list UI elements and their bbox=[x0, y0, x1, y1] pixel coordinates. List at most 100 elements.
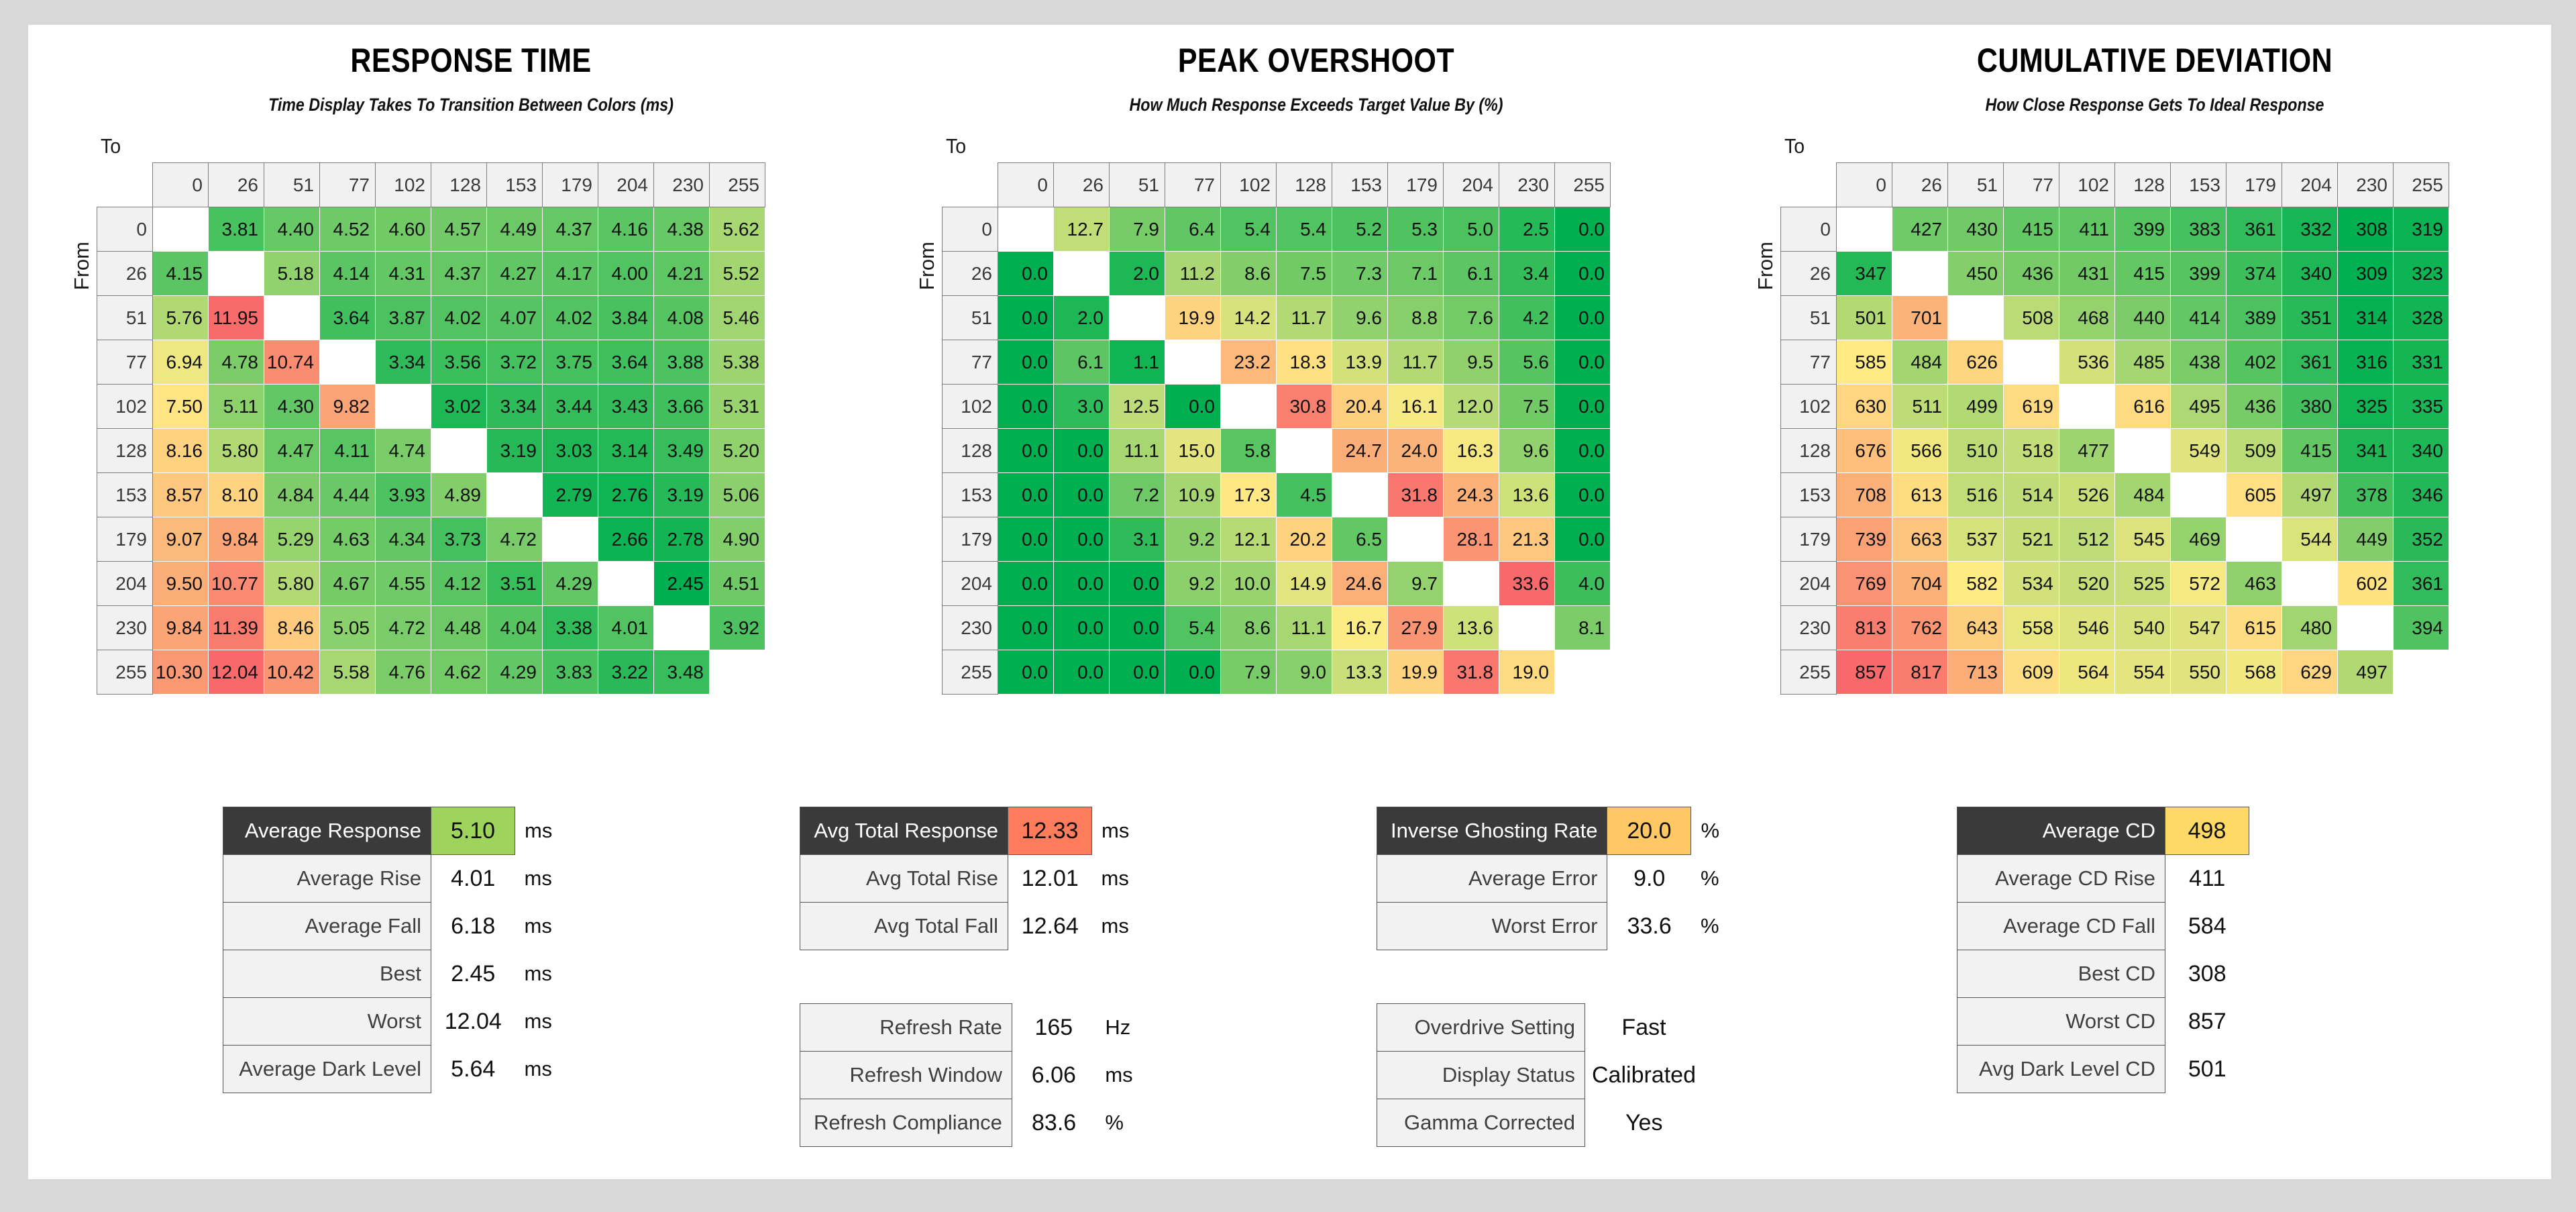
row-header: 255 bbox=[942, 650, 998, 695]
heatmap-cell: 415 bbox=[2003, 207, 2059, 252]
heatmap-cell: 499 bbox=[1947, 384, 2004, 429]
heatmap-cell: 17.3 bbox=[1220, 472, 1277, 517]
ghosting-summary-table: Inverse Ghosting Rate 20.0% Average Error 9… bbox=[1376, 807, 1720, 950]
row-header: 204 bbox=[97, 561, 153, 606]
heatmap-cell-diagonal bbox=[2059, 384, 2115, 429]
stat-label: Worst Error bbox=[1376, 902, 1608, 950]
heatmap-cell: 0.0 bbox=[1165, 384, 1221, 429]
heatmap-cell: 378 bbox=[2337, 472, 2394, 517]
heatmap-cell: 3.02 bbox=[431, 384, 487, 429]
stat-label: Avg Dark Level CD bbox=[1957, 1045, 2165, 1093]
row-header: 255 bbox=[97, 650, 153, 695]
column-header: 128 bbox=[431, 162, 487, 207]
heatmap-cell: 4.57 bbox=[431, 207, 487, 252]
row-header: 102 bbox=[942, 384, 998, 429]
heatmap-cell: 3.0 bbox=[1053, 384, 1110, 429]
stat-label: Average CD Fall bbox=[1957, 902, 2165, 950]
heatmap-cell-diagonal bbox=[1836, 207, 1892, 252]
heatmap-cell: 4.2 bbox=[1499, 295, 1555, 340]
row-header: 0 bbox=[97, 207, 153, 252]
heatmap-cell: 450 bbox=[1947, 251, 2004, 296]
heatmap-row: 128 676 566 510 518 477 549 509 415 341 340 bbox=[1780, 428, 2449, 473]
heatmap-cell: 0.0 bbox=[1109, 650, 1165, 695]
stat-unit: ms bbox=[1102, 819, 1130, 842]
stat-unit: ms bbox=[1105, 1063, 1133, 1087]
heatmap-cell: 9.6 bbox=[1499, 428, 1555, 473]
stat-row: Average CD Rise 411 bbox=[1957, 854, 2259, 903]
stat-row: Best 2.45 ms bbox=[223, 950, 553, 998]
stat-label: Best CD bbox=[1957, 950, 2165, 998]
heatmap-cell: 23.2 bbox=[1220, 340, 1277, 385]
stat-value: 6.06 bbox=[1031, 1062, 1076, 1088]
heatmap-cell: 508 bbox=[2003, 295, 2059, 340]
heatmap-cell: 534 bbox=[2003, 561, 2059, 606]
heatmap-cell: 495 bbox=[2170, 384, 2226, 429]
heatmap-cell: 602 bbox=[2337, 561, 2394, 606]
row-header: 255 bbox=[1780, 650, 1837, 695]
column-header: 255 bbox=[709, 162, 765, 207]
heatmap-cell: 0.0 bbox=[1053, 561, 1110, 606]
heatmap-cell: 4.16 bbox=[598, 207, 654, 252]
row-header: 102 bbox=[97, 384, 153, 429]
heatmap-row: 204 769 704 582 534 520 525 572 463 602 361 bbox=[1780, 561, 2449, 606]
heatmap-cell: 3.87 bbox=[375, 295, 431, 340]
heatmap-cell: 7.2 bbox=[1109, 472, 1165, 517]
stat-value: 498 bbox=[2165, 807, 2249, 855]
heatmap-cell: 331 bbox=[2393, 340, 2449, 385]
row-header: 128 bbox=[97, 428, 153, 473]
heatmap-cell: 5.62 bbox=[709, 207, 765, 252]
stat-value: 33.6 bbox=[1627, 913, 1672, 939]
heatmap-cell: 3.4 bbox=[1499, 251, 1555, 296]
heatmap-cell: 501 bbox=[1836, 295, 1892, 340]
row-header: 51 bbox=[97, 295, 153, 340]
heatmap-row: 0 427 430 415 411 399 383 361 332 308 319 bbox=[1780, 207, 2449, 252]
row-header: 179 bbox=[942, 517, 998, 562]
stat-unit bbox=[1703, 1052, 1712, 1099]
heatmap-cell: 19.9 bbox=[1165, 295, 1221, 340]
stat-value: 20.0 bbox=[1607, 807, 1692, 855]
heatmap-cell: 10.0 bbox=[1220, 561, 1277, 606]
heatmap-cell: 361 bbox=[2226, 207, 2282, 252]
heatmap-cell: 521 bbox=[2003, 517, 2059, 562]
heatmap-cell: 8.16 bbox=[152, 428, 209, 473]
heatmap-row: 255 10.30 12.04 10.42 5.58 4.76 4.62 4.29 3.83 3.… bbox=[97, 650, 765, 695]
heatmap-cell-diagonal bbox=[208, 251, 264, 296]
heatmap-cell: 3.34 bbox=[486, 384, 543, 429]
heatmap-cell: 0.0 bbox=[1053, 428, 1110, 473]
column-header: 230 bbox=[653, 162, 710, 207]
report-card: RESPONSE TIME Time Display Takes To Trans… bbox=[28, 25, 2551, 1179]
row-header: 128 bbox=[942, 428, 998, 473]
heatmap-row: 0 12.7 7.9 6.4 5.4 5.4 5.2 5.3 5.0 2.5 0.0 bbox=[942, 207, 1611, 252]
heatmap-cell: 11.39 bbox=[208, 605, 264, 650]
heatmap-cell: 5.3 bbox=[1387, 207, 1444, 252]
stat-unit: ms bbox=[524, 962, 552, 985]
stat-label: Average Error bbox=[1376, 854, 1608, 903]
heatmap-cell: 4.48 bbox=[431, 605, 487, 650]
heatmap-cell: 619 bbox=[2003, 384, 2059, 429]
stat-row: Average Fall 6.18 ms bbox=[223, 902, 553, 950]
stat-value: Yes bbox=[1625, 1109, 1663, 1135]
stat-value: 12.01 bbox=[1021, 865, 1079, 891]
stat-label: Avg Total Rise bbox=[800, 854, 1008, 903]
row-header: 230 bbox=[942, 605, 998, 650]
heatmap-cell: 13.6 bbox=[1443, 605, 1499, 650]
heatmap-row: 255 857 817 713 609 564 554 550 568 629 497 bbox=[1780, 650, 2449, 695]
stat-unit: ms bbox=[525, 819, 553, 842]
heatmap-cell: 0.0 bbox=[1554, 207, 1611, 252]
heatmap-cell: 4.76 bbox=[375, 650, 431, 695]
heatmap-row: 128 0.0 0.0 11.1 15.0 5.8 24.7 24.0 16.3 9.6 0.0 bbox=[942, 428, 1611, 473]
heatmap-cell: 615 bbox=[2226, 605, 2282, 650]
heatmap-cell: 4.08 bbox=[653, 295, 710, 340]
stat-row: Average CD Fall 584 bbox=[1957, 902, 2259, 950]
column-header: 51 bbox=[1109, 162, 1165, 207]
heatmap-cell: 351 bbox=[2282, 295, 2338, 340]
heatmap-cell: 12.1 bbox=[1220, 517, 1277, 562]
heatmap-cell: 0.0 bbox=[1554, 517, 1611, 562]
heatmap-cell: 11.2 bbox=[1165, 251, 1221, 296]
heatmap-cell: 3.38 bbox=[542, 605, 598, 650]
heatmap-cell: 3.88 bbox=[653, 340, 710, 385]
heatmap-cell: 7.3 bbox=[1332, 251, 1388, 296]
heatmap-cell-diagonal bbox=[1220, 384, 1277, 429]
heatmap-cell: 4.84 bbox=[264, 472, 320, 517]
stat-value: 501 bbox=[2188, 1056, 2226, 1082]
